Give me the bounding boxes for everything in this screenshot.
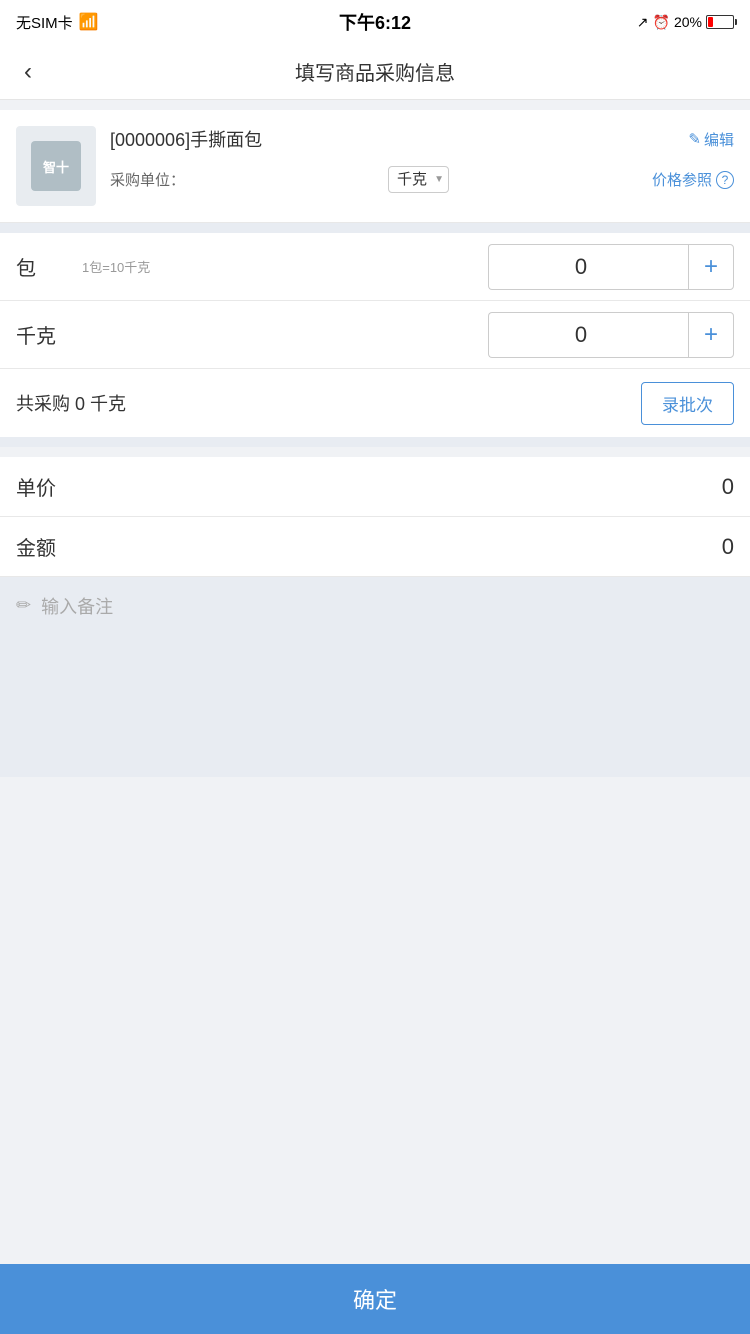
confirm-label: 确定	[353, 1283, 397, 1315]
kg-plus-button[interactable]: +	[688, 312, 734, 358]
bag-input-right: +	[488, 244, 734, 290]
page-title: 填写商品采购信息	[295, 57, 455, 86]
unit-select[interactable]: 千克	[388, 166, 449, 193]
alarm-icon: ⏰	[653, 14, 670, 31]
notes-section[interactable]: ✏ 输入备注	[0, 577, 750, 777]
unit-price-label: 单价	[16, 472, 56, 501]
status-right: ↗ ⏰ 20%	[637, 14, 734, 31]
kg-input-row: 千克 +	[0, 301, 750, 369]
unit-select-wrap[interactable]: 千克	[388, 166, 449, 193]
total-row: 共采购 0 千克 录批次	[0, 369, 750, 437]
record-batch-button[interactable]: 录批次	[641, 382, 734, 425]
total-value: 0	[75, 394, 85, 414]
nav-bar: ‹ 填写商品采购信息	[0, 44, 750, 100]
kg-quantity-input[interactable]	[488, 312, 688, 358]
product-card: 智十 [0000006]手撕面包 ✎ 编辑 采购单位： 千克 价格参照 ?	[0, 110, 750, 223]
back-button[interactable]: ‹	[0, 44, 56, 100]
price-section: 单价 0 金额 0	[0, 457, 750, 577]
status-left: 无SIM卡 📶	[16, 12, 99, 33]
bag-sub-label: 1包=10千克	[82, 257, 150, 276]
total-unit: 千克	[90, 394, 126, 414]
amount-value: 0	[722, 534, 734, 560]
unit-label: 采购单位：	[110, 169, 185, 190]
price-ref-icon: ?	[716, 171, 734, 189]
unit-price-value: 0	[722, 474, 734, 500]
product-image: 智十	[16, 126, 96, 206]
price-ref-label: 价格参照	[652, 169, 712, 190]
confirm-button[interactable]: 确定	[0, 1264, 750, 1334]
wifi-icon: 📶	[79, 12, 99, 32]
bag-input-row: 包 1包=10千克 +	[0, 233, 750, 301]
kg-input-right: +	[488, 312, 734, 358]
total-label: 共采购 0 千克	[16, 390, 126, 416]
gps-icon: ↗	[637, 14, 649, 31]
status-time: 下午6:12	[339, 9, 411, 35]
edit-button[interactable]: ✎ 编辑	[688, 129, 734, 150]
kg-label: 千克	[16, 320, 76, 349]
bag-quantity-input[interactable]	[488, 244, 688, 290]
battery-percent: 20%	[674, 14, 702, 30]
section-divider-1	[0, 223, 750, 233]
product-info: [0000006]手撕面包 ✎ 编辑 采购单位： 千克 价格参照 ?	[110, 126, 734, 193]
amount-row: 金额 0	[0, 517, 750, 577]
bag-plus-button[interactable]: +	[688, 244, 734, 290]
price-ref-button[interactable]: 价格参照 ?	[652, 169, 734, 190]
product-logo: 智十	[31, 141, 81, 191]
edit-icon: ✎	[688, 130, 701, 148]
unit-price-row: 单价 0	[0, 457, 750, 517]
input-section: 包 1包=10千克 + 千克 + 共采购 0 千克 录批次	[0, 233, 750, 437]
notes-placeholder: 输入备注	[41, 593, 113, 619]
battery-icon	[706, 15, 734, 29]
bag-label: 包	[16, 252, 76, 281]
section-divider-2	[0, 437, 750, 447]
carrier-label: 无SIM卡	[16, 12, 73, 33]
status-bar: 无SIM卡 📶 下午6:12 ↗ ⏰ 20%	[0, 0, 750, 44]
bottom-space	[0, 777, 750, 847]
product-name: [0000006]手撕面包	[110, 126, 262, 152]
notes-icon: ✏	[16, 595, 31, 616]
amount-label: 金额	[16, 532, 56, 561]
